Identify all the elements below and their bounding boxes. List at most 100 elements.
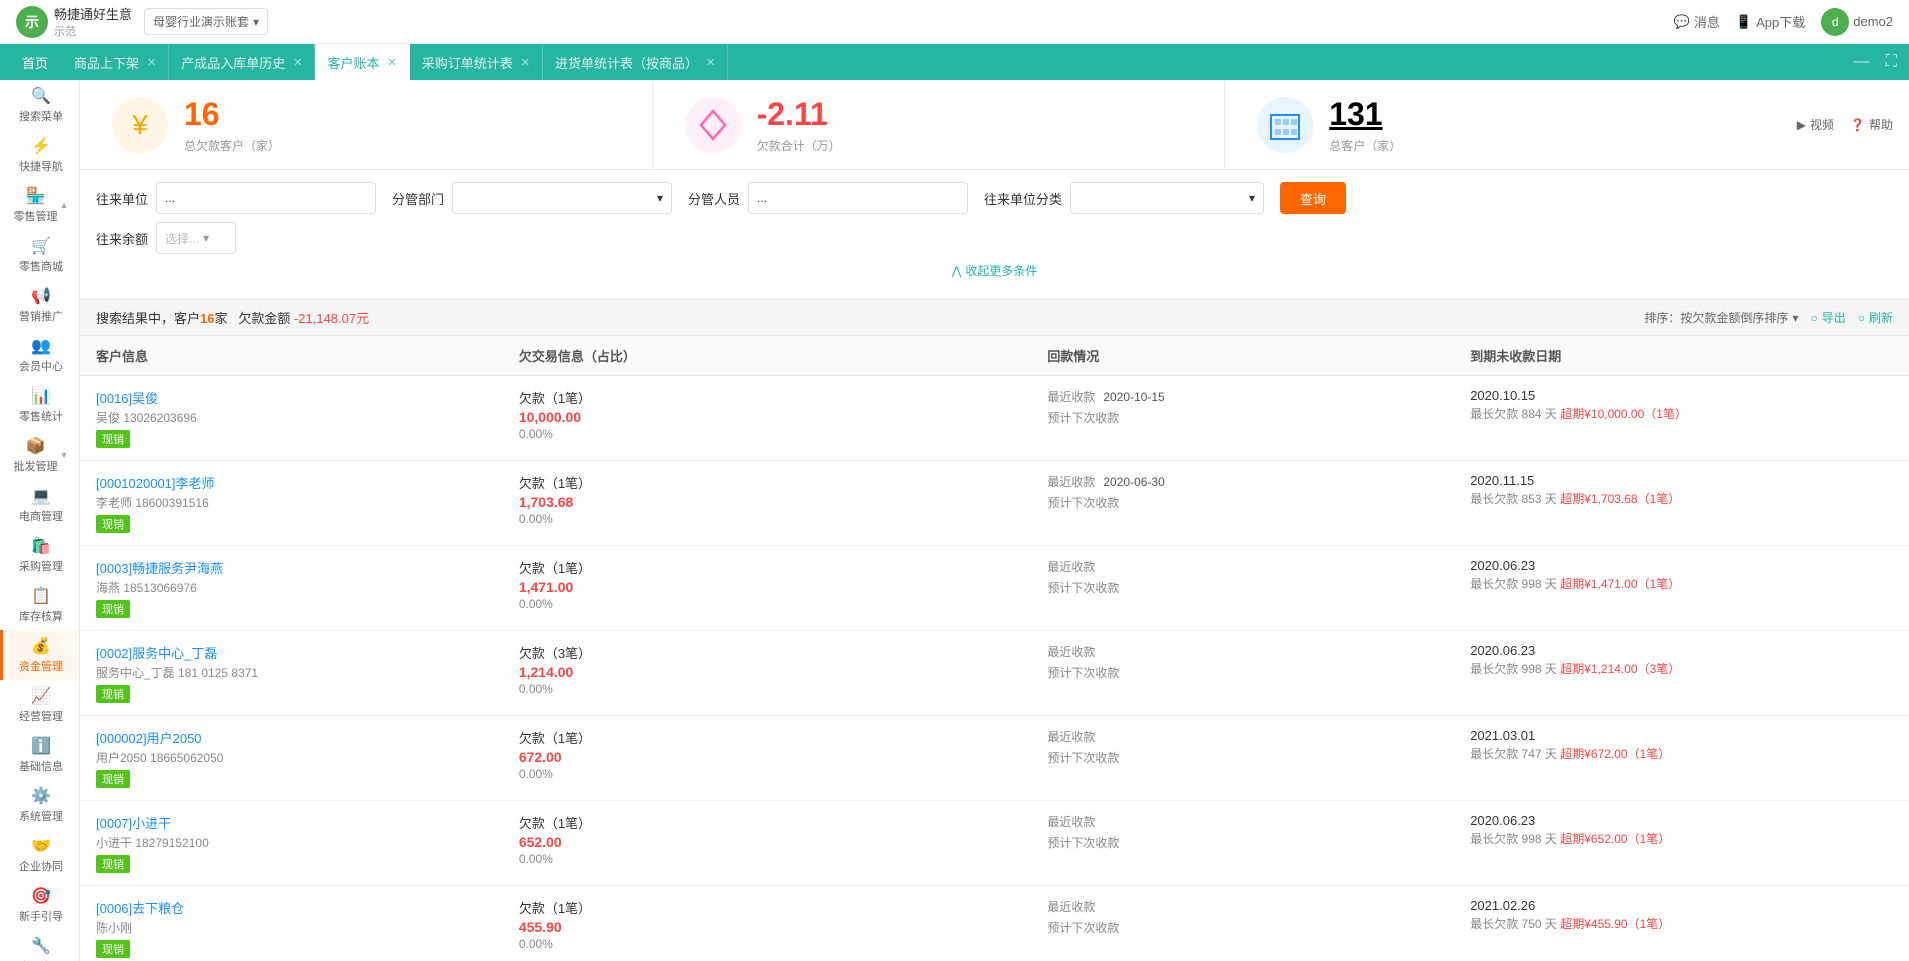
sidebar-item-finance[interactable]: 💰 资金管理	[0, 630, 79, 680]
customer-name[interactable]: [0007]小进干	[96, 813, 519, 832]
collapse-btn[interactable]: ⋀ 收起更多条件	[944, 258, 1046, 283]
sidebar-item-retail-mall[interactable]: 🛒 零售商城	[0, 230, 79, 280]
debt-amount[interactable]: 10,000.00	[519, 409, 1048, 425]
sidebar-item-quicknav[interactable]: ⚡ 快捷导航	[0, 130, 79, 180]
sidebar-item-label: 企业协同	[19, 858, 63, 874]
customer-name[interactable]: [0002]服务中心_丁磊	[96, 643, 519, 662]
debt-amount[interactable]: 1,214.00	[519, 664, 1048, 680]
person-input[interactable]: ...	[748, 182, 968, 214]
customer-name[interactable]: [0001020001]李老师	[96, 473, 519, 492]
tab-inventory-history[interactable]: 产成品入库单历史 ✕	[169, 44, 315, 80]
tab-customer-account[interactable]: 客户账本 ✕	[315, 44, 409, 80]
close-icon[interactable]: ✕	[147, 56, 156, 69]
recovery-cell: 最近收款 预计下次收款	[1047, 728, 1470, 766]
cash-tag: 现销	[96, 770, 130, 788]
tab-goods-stats[interactable]: 进货单统计表（按商品） ✕	[543, 44, 728, 80]
overdue-link[interactable]: 超期¥652.00（1笔）	[1560, 832, 1670, 846]
due-date: 2020.11.15	[1470, 473, 1893, 488]
sidebar-item-appstore[interactable]: 🔧 应用中心	[0, 930, 79, 961]
diamond-icon	[695, 107, 731, 143]
customer-name[interactable]: [0003]畅捷服务尹海燕	[96, 558, 519, 577]
store-selector[interactable]: 母婴行业演示账套 ▾	[144, 8, 268, 35]
overdue-link[interactable]: 超期¥672.00（1笔）	[1560, 747, 1670, 761]
sidebar-item-ecommerce[interactable]: 💻 电商管理	[0, 480, 79, 530]
sidebar-item-search[interactable]: 🔍 搜索菜单	[0, 80, 79, 130]
cash-tag: 现销	[96, 685, 130, 703]
table-container: 客户信息 欠交易信息（占比） 回款情况 到期未收款日期 [0016]吴俊 吴俊 …	[80, 336, 1909, 961]
sidebar-item-inventory[interactable]: 📋 库存核算	[0, 580, 79, 630]
overdue-link[interactable]: 超期¥1,703.68（1笔）	[1560, 492, 1680, 506]
customer-name[interactable]: [0006]去下粮仓	[96, 898, 519, 917]
window-minimize-icon[interactable]: —	[1850, 53, 1874, 71]
overdue-info: 最长欠款 853 天 超期¥1,703.68（1笔）	[1470, 490, 1893, 507]
table-row: [0003]畅捷服务尹海燕 海燕 18513066976 现销 欠款（1笔） 1…	[80, 546, 1909, 631]
dept-select[interactable]: ▾	[452, 182, 672, 214]
close-icon[interactable]: ✕	[293, 56, 302, 69]
stats-actions: ▶ 视频 ❓ 帮助	[1797, 80, 1909, 169]
debt-count: 欠款（1笔）	[519, 898, 1048, 917]
debt-total: -21,148.07元	[294, 311, 369, 326]
last-receipt: 最近收款	[1047, 643, 1470, 660]
overdue-link[interactable]: 超期¥455.90（1笔）	[1560, 917, 1670, 931]
close-icon[interactable]: ✕	[521, 56, 530, 69]
sort-selector[interactable]: 排序：按欠款金额倒序排序 ▾	[1644, 309, 1798, 326]
customer-name[interactable]: [000002]用户2050	[96, 728, 519, 747]
debt-cell: 欠款（1笔） 455.90 0.00%	[519, 898, 1048, 951]
cash-tag: 现销	[96, 430, 130, 448]
overdue-link[interactable]: 超期¥10,000.00（1笔）	[1560, 407, 1687, 421]
overdue-link[interactable]: 超期¥1,214.00（3笔）	[1560, 662, 1680, 676]
sidebar-item-retail-mgmt[interactable]: 🏪 零售管理 ▲	[0, 180, 79, 230]
sidebar-item-collab[interactable]: 🤝 企业协同	[0, 830, 79, 880]
help-btn[interactable]: ❓ 帮助	[1850, 116, 1893, 133]
overdue-info: 最长欠款 998 天 超期¥1,471.00（1笔）	[1470, 575, 1893, 592]
recovery-cell: 最近收款 预计下次收款	[1047, 643, 1470, 681]
export-btn[interactable]: ○ 导出	[1810, 309, 1845, 326]
person-label: 分管人员	[688, 189, 740, 208]
debt-amount[interactable]: 1,471.00	[519, 579, 1048, 595]
overdue-link[interactable]: 超期¥1,471.00（1笔）	[1560, 577, 1680, 591]
video-btn[interactable]: ▶ 视频	[1797, 116, 1834, 133]
tab-home[interactable]: 首页	[8, 53, 62, 72]
close-icon[interactable]: ✕	[706, 56, 715, 69]
table-row: [0001020001]李老师 李老师 18600391516 现销 欠款（1笔…	[80, 461, 1909, 546]
debt-amount[interactable]: 1,703.68	[519, 494, 1048, 510]
refresh-btn[interactable]: ○ 刷新	[1858, 309, 1893, 326]
unit-class-select[interactable]: ▾	[1070, 182, 1264, 214]
debt-pct: 0.00%	[519, 937, 1048, 951]
sidebar-item-members[interactable]: 👥 会员中心	[0, 330, 79, 380]
user-profile[interactable]: d demo2	[1821, 8, 1893, 36]
avatar: d	[1821, 8, 1849, 36]
help-label: 帮助	[1869, 116, 1893, 133]
sidebar-item-retail-stats[interactable]: 📊 零售统计	[0, 380, 79, 430]
result-text: 搜索结果中，客户16家 欠款金额 -21,148.07元	[96, 311, 369, 326]
message-btn[interactable]: 💬 消息	[1674, 12, 1720, 31]
sidebar-item-label: 新手引导	[19, 908, 63, 924]
debt-amount[interactable]: 455.90	[519, 919, 1048, 935]
sidebar-item-system[interactable]: ⚙️ 系统管理	[0, 780, 79, 830]
window-maximize-icon[interactable]: ⛶	[1882, 53, 1901, 71]
sidebar-item-basic-info[interactable]: ℹ️ 基础信息	[0, 730, 79, 780]
tab-product-listing[interactable]: 商品上下架 ✕	[62, 44, 169, 80]
search-button[interactable]: 查询	[1280, 182, 1346, 214]
debt-amount[interactable]: 672.00	[519, 749, 1048, 765]
sidebar-item-marketing[interactable]: 📢 营销推广	[0, 280, 79, 330]
debt-amount[interactable]: 652.00	[519, 834, 1048, 850]
from-unit-input[interactable]: ...	[156, 182, 376, 214]
sidebar-item-operations[interactable]: 📈 经营管理	[0, 680, 79, 730]
sidebar-item-newbie[interactable]: 🎯 新手引导	[0, 880, 79, 930]
message-label: 消息	[1694, 12, 1720, 31]
download-btn[interactable]: 📱 App下载	[1736, 12, 1805, 31]
customer-cell: [0006]去下粮仓 陈小刚 现销	[96, 898, 519, 958]
customer-phone: 海燕 18513066976	[96, 579, 519, 596]
customer-name[interactable]: [0016]吴俊	[96, 388, 519, 407]
table-row: [0016]吴俊 吴俊 13026203696 现销 欠款（1笔） 10,000…	[80, 376, 1909, 461]
overdue-info: 最长欠款 750 天 超期¥455.90（1笔）	[1470, 915, 1893, 932]
sidebar-item-label: 零售商城	[19, 258, 63, 274]
close-icon[interactable]: ✕	[388, 56, 397, 69]
result-bar: 搜索结果中，客户16家 欠款金额 -21,148.07元 排序：按欠款金额倒序排…	[80, 300, 1909, 336]
tab-purchase-stats[interactable]: 采购订单统计表 ✕	[410, 44, 543, 80]
sidebar-item-label: 零售统计	[19, 408, 63, 424]
balance-select[interactable]: 选择... ▾	[156, 222, 236, 254]
sidebar-item-purchase[interactable]: 🛍️ 采购管理	[0, 530, 79, 580]
sidebar-item-wholesale[interactable]: 📦 批发管理 ▼	[0, 430, 79, 480]
